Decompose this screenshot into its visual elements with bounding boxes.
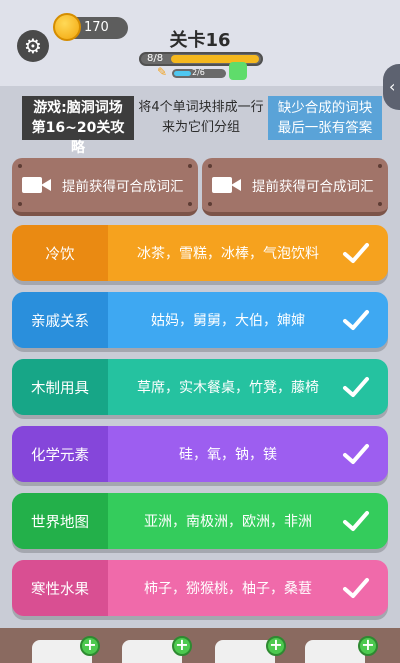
sub-progress-text: 2/6 <box>192 68 205 77</box>
check-icon <box>343 377 369 397</box>
guide-banner-right: 缺少合成的词块 最后一张有答案 <box>268 96 382 140</box>
check-icon <box>343 243 369 263</box>
check-icon <box>343 578 369 598</box>
guide-banner-center: 将4个单词块排成一行 来为它们分组 <box>134 96 268 140</box>
group-row[interactable]: 化学元素 硅，氧，钠，镁 <box>12 426 388 482</box>
guide-game-name: 游戏:脑洞词场 <box>33 100 123 116</box>
pencil-icon: ✎ <box>157 65 168 79</box>
guide-banner-left: 游戏:脑洞词场 第16~20关攻略 <box>22 96 134 156</box>
group-category: 冷饮 <box>12 225 108 281</box>
plus-icon[interactable]: + <box>358 636 378 656</box>
video-camera-icon <box>22 175 52 195</box>
group-row[interactable]: 世界地图 亚洲，南极洲，欧洲，非洲 <box>12 493 388 549</box>
guide-level-range: 第16~20关攻略 <box>31 120 125 156</box>
plus-icon[interactable]: + <box>80 636 100 656</box>
group-category: 木制用具 <box>12 359 108 415</box>
level-progress-text: 8/8 <box>147 53 164 64</box>
group-row[interactable]: 亲戚关系 姑妈，舅舅，大伯，婶婶 <box>12 292 388 348</box>
group-row[interactable]: 木制用具 草席，实木餐桌，竹凳，藤椅 <box>12 359 388 415</box>
hint-label: 提前获得可合成词汇 <box>62 179 184 195</box>
plus-icon[interactable]: + <box>172 636 192 656</box>
coin-icon <box>53 13 81 41</box>
guide-note-1: 缺少合成的词块 <box>277 100 373 116</box>
group-row[interactable]: 寒性水果 柿子，猕猴桃，柚子，桑葚 <box>12 560 388 616</box>
group-category: 世界地图 <box>12 493 108 549</box>
guide-instruction-2: 来为它们分组 <box>161 120 240 135</box>
check-icon <box>343 310 369 330</box>
guide-instruction-1: 将4个单词块排成一行 <box>138 100 264 115</box>
level-title: 关卡16 <box>169 30 231 51</box>
coin-count: 170 <box>84 20 109 35</box>
sub-progress-bar: 2/6 <box>172 68 226 78</box>
plus-icon[interactable]: + <box>266 636 286 656</box>
sub-progress-fill <box>174 71 191 76</box>
group-row[interactable]: 冷饮 冰茶，雪糕，冰棒，气泡饮料 <box>12 225 388 281</box>
check-icon <box>343 511 369 531</box>
hint-label: 提前获得可合成词汇 <box>252 179 374 195</box>
level-progress-fill <box>171 55 259 63</box>
hint-video-button-left[interactable]: 提前获得可合成词汇 <box>12 158 198 216</box>
group-category: 化学元素 <box>12 426 108 482</box>
reward-icon[interactable] <box>229 62 247 80</box>
side-collapse-tab[interactable]: ‹ <box>383 64 400 110</box>
guide-note-2: 最后一张有答案 <box>277 120 373 136</box>
gear-icon[interactable]: ⚙ <box>17 30 49 62</box>
video-camera-icon <box>212 175 242 195</box>
group-category: 寒性水果 <box>12 560 108 616</box>
group-category: 亲戚关系 <box>12 292 108 348</box>
tool-card-4[interactable] <box>305 640 365 663</box>
check-icon <box>343 444 369 464</box>
hint-video-button-right[interactable]: 提前获得可合成词汇 <box>202 158 388 216</box>
